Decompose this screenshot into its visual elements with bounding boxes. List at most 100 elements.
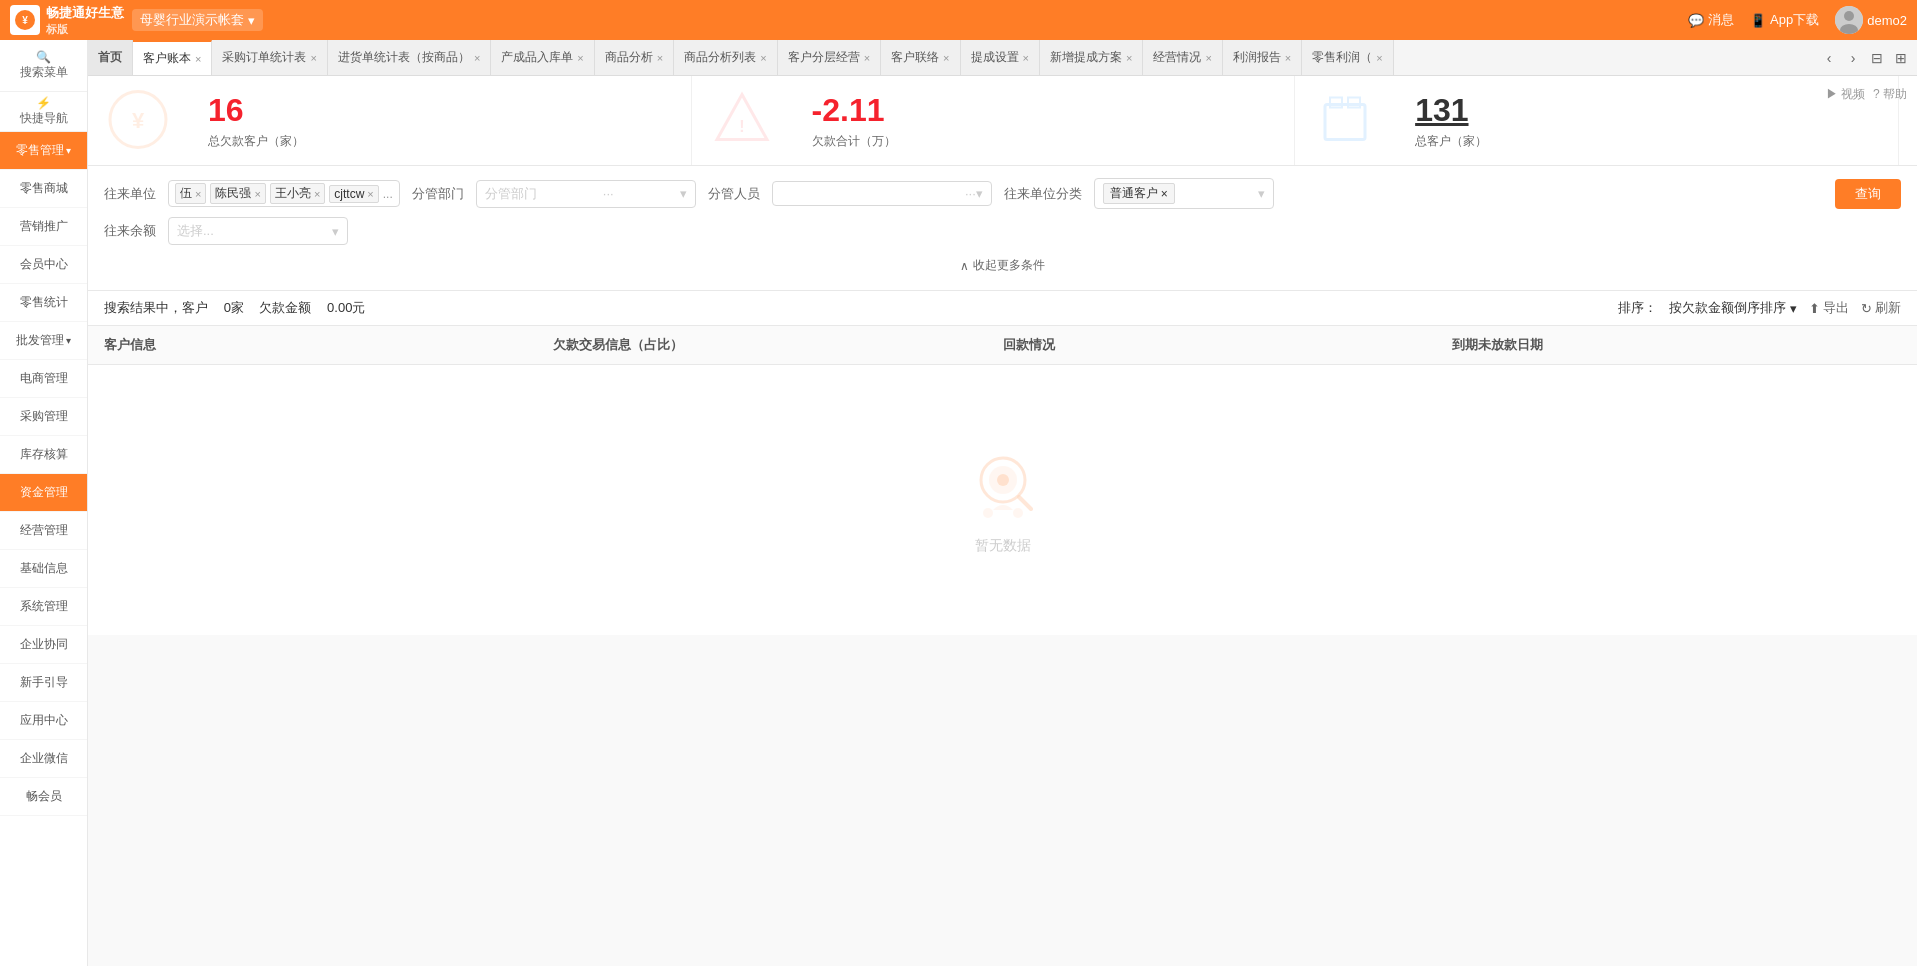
sidebar-item-operations-mgmt[interactable]: 经营管理 <box>0 512 87 550</box>
tab-profit-report[interactable]: 利润报告 × <box>1223 40 1302 76</box>
tab-instock-stats-close[interactable]: × <box>474 52 480 64</box>
sidebar-item-basic-info[interactable]: 基础信息 <box>0 550 87 588</box>
ecommerce-mgmt-label: 电商管理 <box>20 371 68 385</box>
unit-tag-chen-text: 陈民强 <box>215 185 251 202</box>
help-button[interactable]: ? 帮助 <box>1873 86 1907 103</box>
tab-retail-profit-label: 零售利润（ <box>1312 49 1372 66</box>
sidebar-item-finance-mgmt[interactable]: 资金管理 <box>0 474 87 512</box>
tab-retail-profit-close[interactable]: × <box>1376 52 1382 64</box>
tab-customer-contact-label: 客户联络 <box>891 49 939 66</box>
sidebar-item-retail-mall[interactable]: 零售商城 <box>0 170 87 208</box>
dept-filter-select[interactable]: 分管部门 ··· ▾ <box>476 180 696 208</box>
export-button[interactable]: ⬆ 导出 <box>1809 299 1849 317</box>
refresh-button[interactable]: ↻ 刷新 <box>1861 299 1901 317</box>
tab-goods-analysis-list-close[interactable]: × <box>760 52 766 64</box>
tab-add-raise-label: 新增提成方案 <box>1050 49 1122 66</box>
sidebar-item-wholesale-mgmt[interactable]: 批发管理 ▾ <box>0 322 87 360</box>
tab-add-raise-close[interactable]: × <box>1126 52 1132 64</box>
tab-raise-settings-close[interactable]: × <box>1023 52 1029 64</box>
total-clients-label: 总客户（家） <box>1415 133 1487 150</box>
tab-profit-report-close[interactable]: × <box>1285 52 1291 64</box>
export-label: 导出 <box>1823 299 1849 317</box>
sidebar-item-search-menu[interactable]: 🔍 搜索菜单 <box>0 40 87 92</box>
tab-raise-settings[interactable]: 提成设置 × <box>961 40 1040 76</box>
unit-tag-chen-remove[interactable]: × <box>254 188 260 200</box>
unit-tag-wu-remove[interactable]: × <box>195 188 201 200</box>
tab-expand-button[interactable]: ⊞ <box>1891 48 1911 68</box>
tab-add-raise[interactable]: 新增提成方案 × <box>1040 40 1143 76</box>
tab-goods-analysis-list[interactable]: 商品分析列表 × <box>674 40 777 76</box>
tab-operations-close[interactable]: × <box>1205 52 1211 64</box>
tab-customer-segment-label: 客户分层经营 <box>788 49 860 66</box>
unit-tag-wang-remove[interactable]: × <box>314 188 320 200</box>
sidebar-item-ecommerce-mgmt[interactable]: 电商管理 <box>0 360 87 398</box>
question-icon: ? <box>1873 87 1883 101</box>
sidebar-item-vip-member[interactable]: 畅会员 <box>0 778 87 816</box>
tab-retail-profit[interactable]: 零售利润（ × <box>1302 40 1393 76</box>
tab-customer-segment-close[interactable]: × <box>864 52 870 64</box>
balance-filter-label: 往来余额 <box>104 222 156 240</box>
purchase-mgmt-label: 采购管理 <box>20 409 68 423</box>
tab-customer-contact-close[interactable]: × <box>943 52 949 64</box>
category-tag-remove[interactable]: × <box>1161 187 1168 201</box>
tab-customer-segment[interactable]: 客户分层经营 × <box>778 40 881 76</box>
sidebar-item-system-mgmt[interactable]: 系统管理 <box>0 588 87 626</box>
system-mgmt-label: 系统管理 <box>20 599 68 613</box>
category-filter-select[interactable]: 普通客户 × ▾ <box>1094 178 1274 209</box>
sidebar-item-enterprise-wechat[interactable]: 企业微信 <box>0 740 87 778</box>
col-header-repayment: 回款情况 <box>1003 336 1452 354</box>
tab-purchase-order-close[interactable]: × <box>310 52 316 64</box>
tab-customer-contact[interactable]: 客户联络 × <box>881 40 960 76</box>
tab-purchase-order[interactable]: 采购订单统计表 × <box>212 40 327 76</box>
store-selector[interactable]: 母婴行业演示帐套 ▾ <box>132 9 263 31</box>
person-filter-select[interactable]: ··· ▾ <box>772 181 992 206</box>
sidebar-item-new-user-guide[interactable]: 新手引导 <box>0 664 87 702</box>
person-filter-label: 分管人员 <box>708 185 760 203</box>
sort-select[interactable]: 按欠款金额倒序排序 ▾ <box>1669 299 1797 317</box>
sidebar-item-member-center[interactable]: 会员中心 <box>0 246 87 284</box>
result-actions: 排序： 按欠款金额倒序排序 ▾ ⬆ 导出 ↻ 刷新 <box>1618 299 1901 317</box>
sidebar-item-app-center[interactable]: 应用中心 <box>0 702 87 740</box>
sidebar-quick-nav-label: 快捷导航 <box>8 110 79 127</box>
sidebar-item-retail-mgmt[interactable]: 零售管理 ▾ <box>0 132 87 170</box>
user-profile-button[interactable]: demo2 <box>1835 6 1907 34</box>
tab-scroll-right-button[interactable]: › <box>1843 48 1863 68</box>
sidebar-item-purchase-mgmt[interactable]: 采购管理 <box>0 398 87 436</box>
wholesale-mgmt-label: 批发管理 <box>16 332 64 349</box>
sort-value-label: 按欠款金额倒序排序 <box>1669 299 1786 317</box>
tab-customer-account-close[interactable]: × <box>195 53 201 65</box>
chevron-down-icon: ▾ <box>248 13 255 28</box>
customer-count: 0家 <box>224 300 244 315</box>
tab-scroll-left-button[interactable]: ‹ <box>1819 48 1839 68</box>
tab-product-instock[interactable]: 产成品入库单 × <box>491 40 594 76</box>
tab-operations-label: 经营情况 <box>1153 49 1201 66</box>
unit-tag-cjttcw-remove[interactable]: × <box>367 188 373 200</box>
result-info: 搜索结果中，客户 0家 欠款金额 0.00元 <box>104 299 377 317</box>
tab-goods-analysis-close[interactable]: × <box>657 52 663 64</box>
unit-tag-cjttcw: cjttcw × <box>329 185 378 203</box>
collapse-filter-button[interactable]: ∧ 收起更多条件 <box>960 253 1045 278</box>
query-button[interactable]: 查询 <box>1835 179 1901 209</box>
balance-filter-select[interactable]: 选择... ▾ <box>168 217 348 245</box>
sidebar-item-inventory[interactable]: 库存核算 <box>0 436 87 474</box>
tab-bar-controls: ‹ › ⊟ ⊞ <box>1813 48 1917 68</box>
tab-minimize-button[interactable]: ⊟ <box>1867 48 1887 68</box>
sidebar: 🔍 搜索菜单 ⚡ 快捷导航 零售管理 ▾ 零售商城 营销推广 会员中心 <box>0 40 88 966</box>
app-download-button[interactable]: 📱 App下载 <box>1750 11 1819 29</box>
tab-customer-account[interactable]: 客户账本 × <box>133 40 212 76</box>
unit-filter-more[interactable]: ... <box>383 187 393 201</box>
sidebar-item-retail-stats[interactable]: 零售统计 <box>0 284 87 322</box>
tab-home[interactable]: 首页 <box>88 40 133 76</box>
logo-area: ¥ 畅捷通好生意 标版 <box>10 4 124 37</box>
tab-operations[interactable]: 经营情况 × <box>1143 40 1222 76</box>
tab-product-instock-close[interactable]: × <box>577 52 583 64</box>
sidebar-item-marketing[interactable]: 营销推广 <box>0 208 87 246</box>
chevron-down-icon-dept: ▾ <box>680 186 687 201</box>
sidebar-item-enterprise-coop[interactable]: 企业协同 <box>0 626 87 664</box>
total-debt-label: 欠款合计（万） <box>812 133 896 150</box>
tab-goods-analysis[interactable]: 商品分析 × <box>595 40 674 76</box>
sidebar-item-quick-nav[interactable]: ⚡ 快捷导航 <box>0 92 87 132</box>
video-help-button[interactable]: ▶ 视频 <box>1826 86 1865 103</box>
tab-instock-stats[interactable]: 进货单统计表（按商品） × <box>328 40 491 76</box>
messages-button[interactable]: 💬 消息 <box>1688 11 1734 29</box>
